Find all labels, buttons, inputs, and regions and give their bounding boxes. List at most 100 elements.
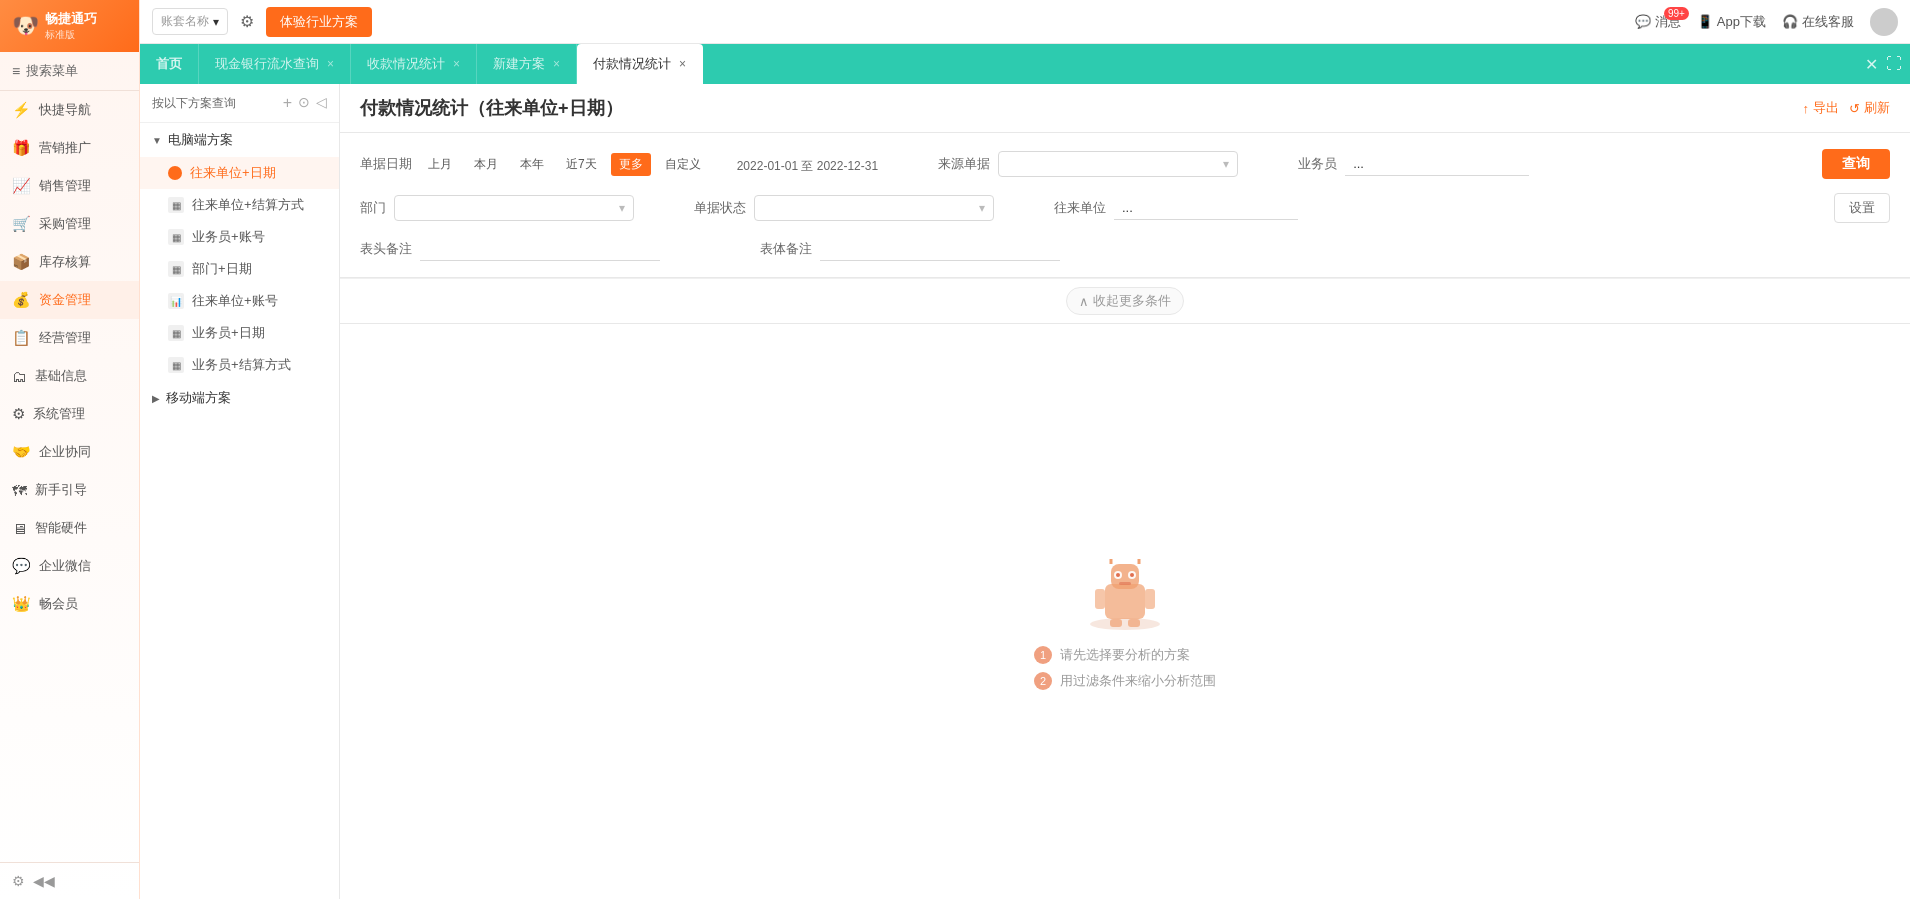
tab-bank-close-icon[interactable]: × bbox=[327, 57, 334, 71]
logo-icon: 🐶 bbox=[12, 13, 39, 39]
scheme-item-partner-settlement[interactable]: ▦ 往来单位+结算方式 bbox=[140, 189, 339, 221]
app-download-label: App下载 bbox=[1717, 13, 1766, 31]
tab-expand-btn[interactable]: ⛶ bbox=[1886, 55, 1902, 73]
svg-rect-10 bbox=[1095, 589, 1105, 609]
scheme-salesman-date-icon: ▦ bbox=[168, 325, 184, 341]
sidebar-item-finance[interactable]: 💰 资金管理 bbox=[0, 281, 139, 319]
date-btn-last-7[interactable]: 近7天 bbox=[558, 152, 605, 177]
tab-close-all-btn[interactable]: ✕ bbox=[1865, 55, 1878, 74]
account-dropdown-arrow: ▾ bbox=[213, 15, 219, 29]
scheme-item-partner-date[interactable]: 往来单位+日期 bbox=[140, 157, 339, 189]
messages-icon: 💬 bbox=[1635, 14, 1651, 29]
tab-home[interactable]: 首页 bbox=[140, 44, 199, 84]
refresh-btn[interactable]: ↺ 刷新 bbox=[1849, 99, 1890, 117]
sidebar-item-hardware[interactable]: 🖥 智能硬件 bbox=[0, 509, 139, 547]
date-btn-more[interactable]: 更多 bbox=[611, 153, 651, 176]
filter-area: 单据日期 上月 本月 本年 近7天 更多 自定义 2022-01-01 至 20… bbox=[340, 133, 1910, 278]
date-btn-last-month[interactable]: 上月 bbox=[420, 152, 460, 177]
sidebar-item-quick-nav[interactable]: ⚡ 快捷导航 bbox=[0, 91, 139, 129]
operations-label: 经营管理 bbox=[39, 329, 91, 347]
scheme-item-dept-date[interactable]: ▦ 部门+日期 bbox=[140, 253, 339, 285]
tab-receivable-close-icon[interactable]: × bbox=[453, 57, 460, 71]
hardware-label: 智能硬件 bbox=[35, 519, 87, 537]
settings-btn[interactable]: 设置 bbox=[1834, 193, 1890, 223]
left-panel-settings-btn[interactable]: ⊙ bbox=[298, 94, 310, 112]
body-remark-input[interactable] bbox=[820, 237, 1060, 261]
topbar: 账套名称 ▾ ⚙ 体验行业方案 💬 消息 99+ 📱 App下载 🎧 在线客服 bbox=[140, 0, 1910, 44]
export-btn[interactable]: ↑ 导出 bbox=[1803, 99, 1840, 117]
sidebar-item-inventory[interactable]: 📦 库存核算 bbox=[0, 243, 139, 281]
svg-point-6 bbox=[1130, 573, 1134, 577]
bill-status-arrow-icon: ▾ bbox=[979, 201, 985, 215]
header-remark-label: 表头备注 bbox=[360, 240, 412, 258]
partner-input[interactable] bbox=[1114, 196, 1298, 220]
member-icon: 👑 bbox=[12, 595, 31, 613]
source-bill-select[interactable]: ▾ bbox=[998, 151, 1238, 177]
salesman-input[interactable] bbox=[1345, 152, 1529, 176]
scheme-item-partner-account[interactable]: 📊 往来单位+账号 bbox=[140, 285, 339, 317]
dept-select[interactable]: ▾ bbox=[394, 195, 634, 221]
collapse-more-btn[interactable]: ∧ 收起更多条件 bbox=[1066, 287, 1184, 315]
sidebar-item-guide[interactable]: 🗺 新手引导 bbox=[0, 471, 139, 509]
scheme-group-desktop-title[interactable]: ▼ 电脑端方案 bbox=[140, 123, 339, 157]
tab-payment[interactable]: 付款情况统计 × bbox=[577, 44, 703, 84]
left-panel-header: 按以下方案查询 + ⊙ ◁ bbox=[140, 84, 339, 123]
scheme-group-mobile-title[interactable]: ▶ 移动端方案 bbox=[140, 381, 339, 415]
sidebar-item-sales[interactable]: 📈 销售管理 bbox=[0, 167, 139, 205]
user-avatar-btn[interactable] bbox=[1870, 8, 1898, 36]
scheme-partner-date-label: 往来单位+日期 bbox=[190, 164, 276, 182]
sales-label: 销售管理 bbox=[39, 177, 91, 195]
scheme-item-salesman-settlement[interactable]: ▦ 业务员+结算方式 bbox=[140, 349, 339, 381]
sidebar-item-enterprise[interactable]: 🤝 企业协同 bbox=[0, 433, 139, 471]
date-btn-this-month[interactable]: 本月 bbox=[466, 152, 506, 177]
basic-icon: 🗂 bbox=[12, 368, 27, 385]
sidebar-item-marketing[interactable]: 🎁 营销推广 bbox=[0, 129, 139, 167]
query-btn[interactable]: 查询 bbox=[1822, 149, 1890, 179]
header-remark-input[interactable] bbox=[420, 237, 660, 261]
app-download-icon: 📱 bbox=[1697, 14, 1713, 29]
topbar-settings-icon[interactable]: ⚙ bbox=[236, 8, 258, 35]
bill-status-select[interactable]: ▾ bbox=[754, 195, 994, 221]
trial-industry-btn[interactable]: 体验行业方案 bbox=[266, 7, 372, 37]
tab-receivable[interactable]: 收款情况统计 × bbox=[351, 44, 477, 84]
left-panel-collapse-btn[interactable]: ◁ bbox=[316, 94, 327, 112]
guide-label: 新手引导 bbox=[35, 481, 87, 499]
customer-service-btn[interactable]: 🎧 在线客服 bbox=[1782, 13, 1854, 31]
sidebar-item-member[interactable]: 👑 畅会员 bbox=[0, 585, 139, 623]
page-header: 付款情况统计（往来单位+日期） ↑ 导出 ↺ 刷新 bbox=[340, 84, 1910, 133]
enterprise-label: 企业协同 bbox=[39, 443, 91, 461]
empty-hint-2: 2 用过滤条件来缩小分析范围 bbox=[1034, 672, 1216, 690]
left-panel-add-btn[interactable]: + bbox=[283, 94, 292, 112]
tab-new-plan[interactable]: 新建方案 × bbox=[477, 44, 577, 84]
sidebar-search-menu[interactable]: ≡ 搜索菜单 bbox=[0, 52, 139, 91]
scheme-item-salesman-account[interactable]: ▦ 业务员+账号 bbox=[140, 221, 339, 253]
salesman-label: 业务员 bbox=[1298, 155, 1337, 173]
messages-btn[interactable]: 💬 消息 99+ bbox=[1635, 13, 1681, 31]
date-btn-this-year[interactable]: 本年 bbox=[512, 152, 552, 177]
empty-hints: 1 请先选择要分析的方案 2 用过滤条件来缩小分析范围 bbox=[1034, 646, 1216, 690]
tab-new-plan-label: 新建方案 bbox=[493, 55, 545, 73]
scheme-group-desktop-label: 电脑端方案 bbox=[168, 131, 233, 149]
basic-label: 基础信息 bbox=[35, 367, 87, 385]
body-remark-label: 表体备注 bbox=[760, 240, 812, 258]
sidebar-item-operations[interactable]: 📋 经营管理 bbox=[0, 319, 139, 357]
collapse-arrow-icon: ∧ bbox=[1079, 294, 1089, 309]
hardware-icon: 🖥 bbox=[12, 520, 27, 537]
sidebar-settings-btn[interactable]: ⚙ bbox=[12, 873, 25, 889]
tab-bank[interactable]: 现金银行流水查询 × bbox=[199, 44, 351, 84]
filter-dept: 部门 ▾ bbox=[360, 195, 634, 221]
app-download-btn[interactable]: 📱 App下载 bbox=[1697, 13, 1766, 31]
sidebar-item-system[interactable]: ⚙ 系统管理 bbox=[0, 395, 139, 433]
partner-label: 往来单位 bbox=[1054, 199, 1106, 217]
sidebar-item-wechat[interactable]: 💬 企业微信 bbox=[0, 547, 139, 585]
sidebar-item-basic[interactable]: 🗂 基础信息 bbox=[0, 357, 139, 395]
sidebar-item-purchase[interactable]: 🛒 采购管理 bbox=[0, 205, 139, 243]
scheme-item-salesman-date[interactable]: ▦ 业务员+日期 bbox=[140, 317, 339, 349]
account-dropdown[interactable]: 账套名称 ▾ bbox=[152, 8, 228, 35]
topbar-left: 账套名称 ▾ ⚙ 体验行业方案 bbox=[152, 7, 1627, 37]
date-btn-custom[interactable]: 自定义 bbox=[657, 152, 709, 177]
sidebar-collapse-btn[interactable]: ◀◀ bbox=[33, 873, 55, 889]
tab-payment-close-icon[interactable]: × bbox=[679, 57, 686, 71]
tab-new-plan-close-icon[interactable]: × bbox=[553, 57, 560, 71]
empty-hint-1-text: 请先选择要分析的方案 bbox=[1060, 646, 1190, 664]
